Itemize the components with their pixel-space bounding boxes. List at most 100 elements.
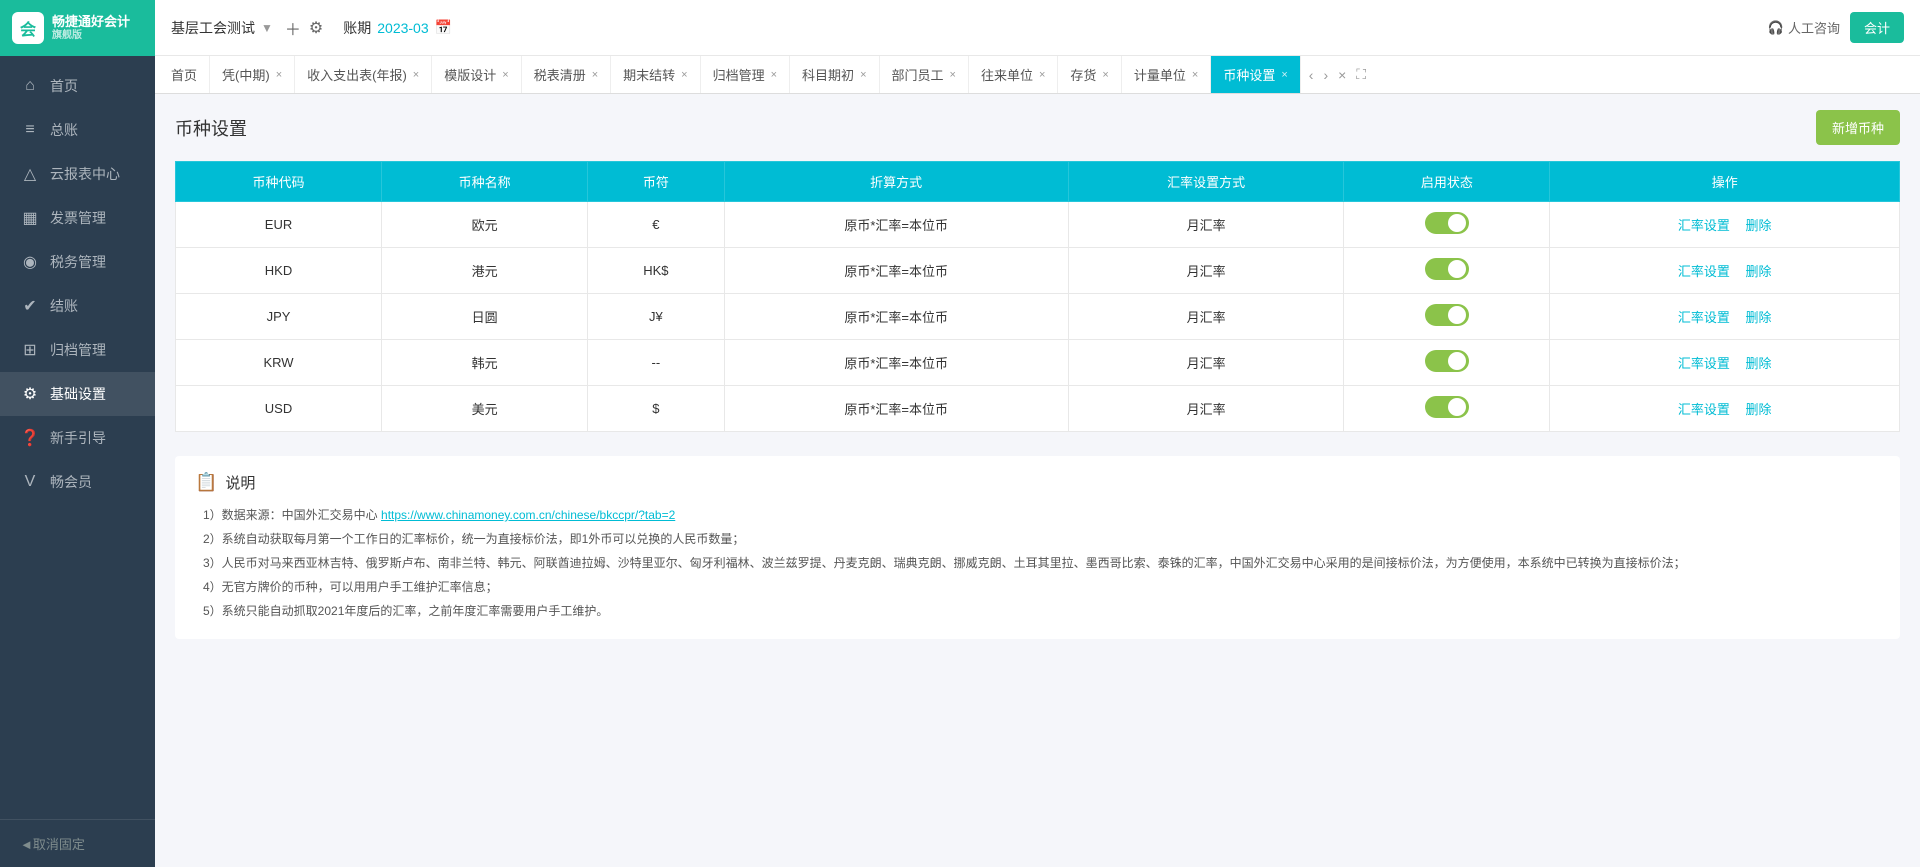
tab-tax[interactable]: 税表清册 ×	[522, 56, 611, 94]
tab-nav: ‹ › × ⛶	[1305, 64, 1370, 85]
tab-income-report[interactable]: 收入支出表(年报) ×	[295, 56, 432, 94]
archive-icon: ⊞	[20, 340, 40, 360]
close-icon[interactable]: ×	[681, 69, 687, 81]
sidebar-item-archive[interactable]: ⊞ 归档管理	[0, 328, 155, 372]
delete-link[interactable]: 删除	[1746, 264, 1772, 279]
delete-link[interactable]: 删除	[1746, 402, 1772, 417]
close-icon[interactable]: ×	[1281, 69, 1287, 81]
close-icon[interactable]: ×	[1192, 69, 1198, 81]
cell-actions: 汇率设置 删除	[1550, 202, 1900, 248]
consult-button[interactable]: 🎧 人工咨询	[1768, 18, 1840, 37]
period-info: 账期 2023-03 📅	[343, 18, 452, 38]
close-icon[interactable]: ×	[950, 69, 956, 81]
sidebar-label-archive: 归档管理	[50, 340, 106, 360]
tab-prev-icon[interactable]: ‹	[1305, 65, 1318, 85]
period-label: 账期	[343, 18, 371, 38]
close-icon[interactable]: ×	[1102, 69, 1108, 81]
tab-dept[interactable]: 部门员工 ×	[880, 56, 969, 94]
toggle-enabled[interactable]	[1425, 258, 1469, 280]
note-item-5: 5）系统只能自动抓取2021年度后的汇率，之前年度汇率需要用户手工维护。	[203, 599, 1880, 623]
tab-next-icon[interactable]: ›	[1319, 65, 1332, 85]
delete-link[interactable]: 删除	[1746, 310, 1772, 325]
tab-archive[interactable]: 归档管理 ×	[701, 56, 790, 94]
new-currency-button[interactable]: 新增币种	[1816, 110, 1900, 145]
sidebar-item-invoice[interactable]: ▦ 发票管理	[0, 196, 155, 240]
tab-counterpart[interactable]: 往来单位 ×	[969, 56, 1058, 94]
cell-status	[1344, 340, 1550, 386]
toggle-enabled[interactable]	[1425, 396, 1469, 418]
cell-code: USD	[176, 386, 382, 432]
col-header-symbol: 币符	[588, 162, 724, 202]
sidebar-item-settings[interactable]: ⚙ 基础设置	[0, 372, 155, 416]
page-title: 币种设置	[175, 115, 247, 141]
tab-template[interactable]: 模版设计 ×	[432, 56, 521, 94]
sidebar-item-ledger[interactable]: ≡ 总账	[0, 108, 155, 152]
close-icon[interactable]: ×	[502, 69, 508, 81]
close-icon[interactable]: ×	[860, 69, 866, 81]
close-icon[interactable]: ×	[276, 69, 282, 81]
tab-inventory[interactable]: 存货 ×	[1058, 56, 1121, 94]
tab-subject[interactable]: 科目期初 ×	[790, 56, 879, 94]
cell-calc: 原币*汇率=本位币	[724, 294, 1068, 340]
table-row: USD 美元 $ 原币*汇率=本位币 月汇率 汇率设置 删除	[176, 386, 1900, 432]
col-header-status: 启用状态	[1344, 162, 1550, 202]
page-header: 币种设置 新增币种	[175, 110, 1900, 145]
tab-label-income-report: 收入支出表(年报)	[307, 65, 407, 84]
add-icon[interactable]: ＋	[285, 16, 301, 40]
cell-calc: 原币*汇率=本位币	[724, 340, 1068, 386]
sidebar-label-reports: 云报表中心	[50, 164, 120, 184]
sidebar: 会 畅捷通好会计 旗舰版 ⌂ 首页 ≡ 总账 △ 云报表中心 ▦ 发票管理 ◉ …	[0, 0, 155, 867]
tab-period-end[interactable]: 期末结转 ×	[611, 56, 700, 94]
sidebar-item-home[interactable]: ⌂ 首页	[0, 64, 155, 108]
close-icon[interactable]: ×	[1039, 69, 1045, 81]
toggle-enabled[interactable]	[1425, 212, 1469, 234]
tab-label-home: 首页	[171, 65, 197, 84]
close-icon[interactable]: ×	[413, 69, 419, 81]
topbar-right: 🎧 人工咨询 会计	[1768, 12, 1904, 43]
note-title: 说明	[225, 472, 255, 493]
tab-currency[interactable]: 币种设置 ×	[1211, 56, 1300, 94]
cell-name: 美元	[382, 386, 588, 432]
account-button[interactable]: 会计	[1850, 12, 1904, 43]
sidebar-item-vip[interactable]: V 畅会员	[0, 460, 155, 504]
sidebar-item-reports[interactable]: △ 云报表中心	[0, 152, 155, 196]
app-version: 旗舰版	[52, 30, 130, 42]
sidebar-item-guide[interactable]: ❓ 新手引导	[0, 416, 155, 460]
chinamoney-link[interactable]: https://www.chinamoney.com.cn/chinese/bk…	[381, 508, 675, 522]
rate-setting-link[interactable]: 汇率设置	[1678, 264, 1730, 279]
ledger-icon: ≡	[20, 121, 40, 139]
sidebar-item-tax[interactable]: ◉ 税务管理	[0, 240, 155, 284]
tab-close-all-icon[interactable]: ×	[1334, 65, 1350, 85]
note-header: 📋 说明	[195, 472, 1880, 493]
tab-expand-icon[interactable]: ⛶	[1352, 64, 1370, 85]
tab-label-archive: 归档管理	[713, 65, 765, 84]
delete-link[interactable]: 删除	[1746, 356, 1772, 371]
toggle-enabled[interactable]	[1425, 304, 1469, 326]
tab-label-currency: 币种设置	[1223, 65, 1275, 84]
rate-setting-link[interactable]: 汇率设置	[1678, 402, 1730, 417]
sidebar-footer-pin[interactable]: ◄取消固定	[0, 819, 155, 867]
close-icon[interactable]: ×	[771, 69, 777, 81]
cell-status	[1344, 294, 1550, 340]
sidebar-label-home: 首页	[50, 76, 78, 96]
sidebar-item-checkout[interactable]: ✔ 结账	[0, 284, 155, 328]
cell-calc: 原币*汇率=本位币	[724, 248, 1068, 294]
close-icon[interactable]: ×	[592, 69, 598, 81]
rate-setting-link[interactable]: 汇率设置	[1678, 356, 1730, 371]
tab-voucher[interactable]: 凭(中期) ×	[210, 56, 295, 94]
rate-setting-link[interactable]: 汇率设置	[1678, 218, 1730, 233]
note-section: 📋 说明 1）数据来源：中国外汇交易中心 https://www.chinamo…	[175, 456, 1900, 639]
project-selector[interactable]: 基层工会测试 ▼	[171, 18, 273, 38]
rate-setting-link[interactable]: 汇率设置	[1678, 310, 1730, 325]
toggle-enabled[interactable]	[1425, 350, 1469, 372]
sidebar-label-checkout: 结账	[50, 296, 78, 316]
vip-icon: V	[20, 473, 40, 491]
calendar-icon[interactable]: 📅	[435, 19, 452, 36]
reports-icon: △	[20, 164, 40, 184]
cell-rate-method: 月汇率	[1068, 294, 1344, 340]
tab-home[interactable]: 首页	[159, 56, 210, 94]
settings-gear-icon[interactable]: ⚙	[309, 18, 323, 38]
tab-unit[interactable]: 计量单位 ×	[1122, 56, 1211, 94]
chevron-down-icon: ▼	[261, 21, 273, 35]
delete-link[interactable]: 删除	[1746, 218, 1772, 233]
